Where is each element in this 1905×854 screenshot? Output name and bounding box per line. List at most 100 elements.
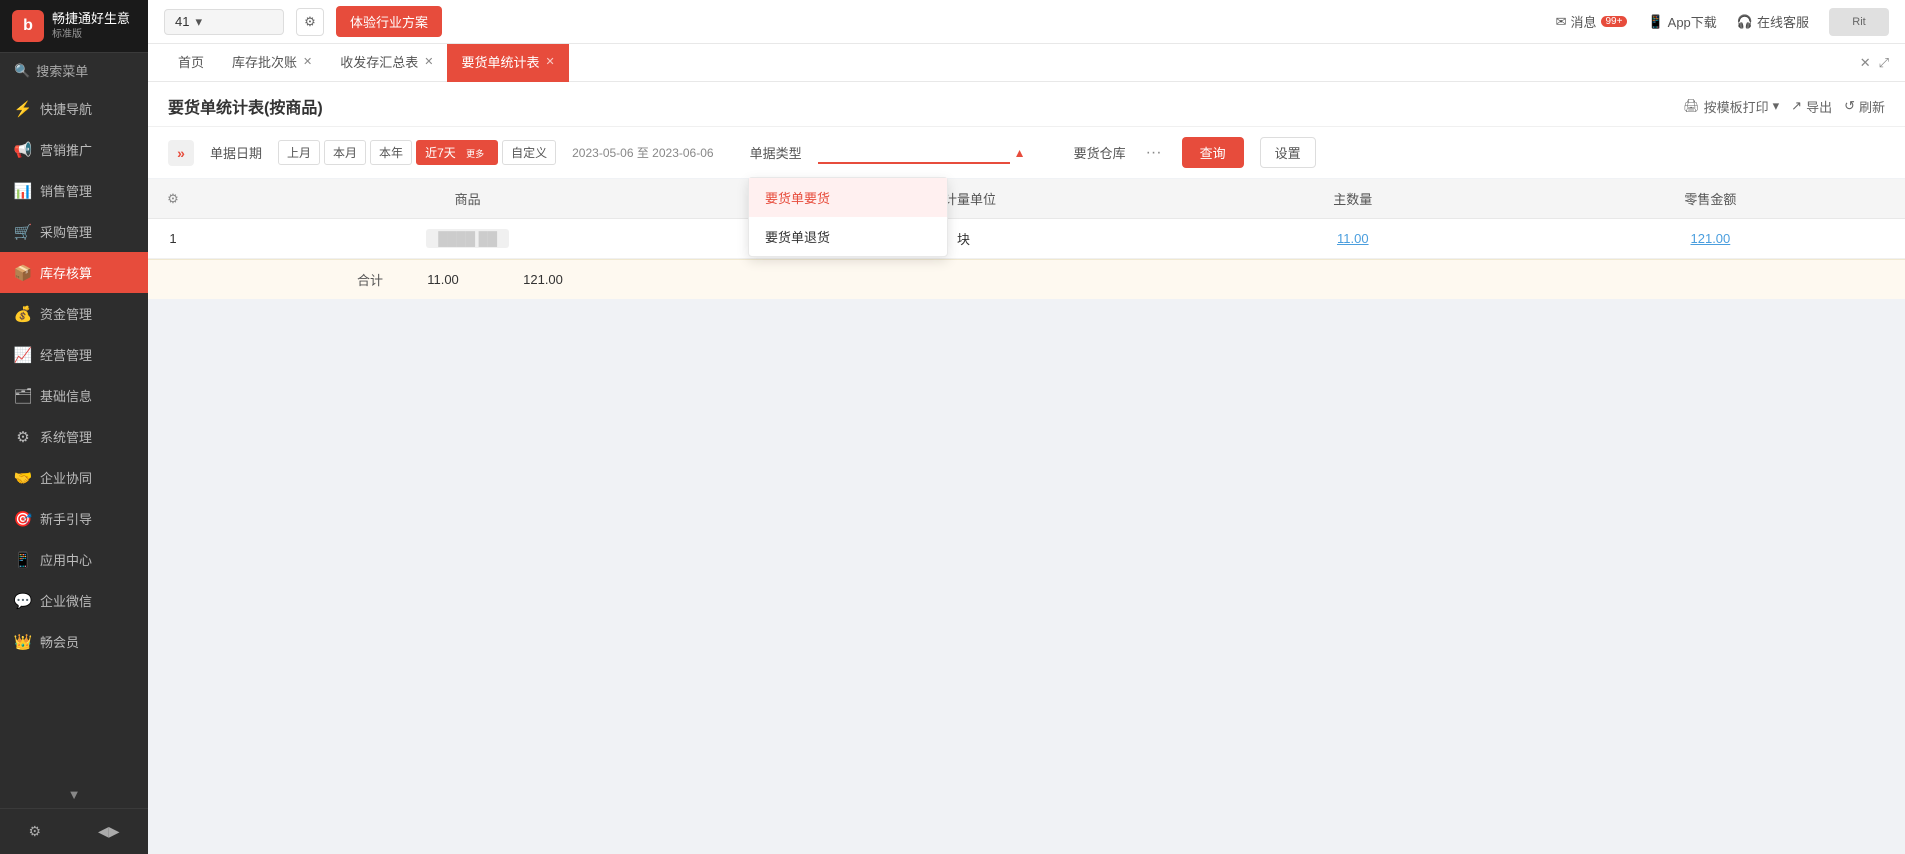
this-year-btn[interactable]: 本年: [370, 140, 412, 165]
query-button[interactable]: 查询: [1182, 137, 1244, 168]
main-area: 41 ▾ ⚙ 体验行业方案 ✉ 消息 99+ 📱 App下载 🎧 在线客服 Ri…: [148, 0, 1905, 854]
sidebar: b 畅捷通好生意 标准版 🔍 搜索菜单 ⚡ 快捷导航 📢 营销推广 📊 销售管理…: [0, 0, 148, 854]
sidebar-item-enterprise[interactable]: 🤝 企业协同: [0, 457, 148, 498]
print-arrow-icon: ▾: [1773, 98, 1780, 114]
dropdown-item-order-return[interactable]: 要货单退货: [749, 217, 947, 256]
topbar: 41 ▾ ⚙ 体验行业方案 ✉ 消息 99+ 📱 App下载 🎧 在线客服 Ri…: [148, 0, 1905, 44]
selector-arrow-icon: ▾: [195, 14, 202, 30]
sidebar-item-operations[interactable]: 📈 经营管理: [0, 334, 148, 375]
filter-more-btn[interactable]: ···: [1142, 144, 1166, 162]
close-tab-inventory-batch[interactable]: ✕: [303, 55, 312, 68]
sidebar-item-app-center[interactable]: 📱 应用中心: [0, 539, 148, 580]
footer-collapse-btn[interactable]: ◀▶: [90, 819, 128, 844]
sidebar-item-basic-info[interactable]: 🗂 基础信息: [0, 375, 148, 416]
message-icon: ✉: [1556, 14, 1567, 30]
headset-icon: 🎧: [1737, 14, 1753, 30]
sidebar-footer: ⚙ ◀▶: [0, 808, 148, 854]
export-icon: ↗: [1791, 98, 1802, 114]
page-title: 要货单统计表(按商品): [168, 94, 323, 118]
hot-badge: 更多: [461, 149, 489, 159]
vip-icon: 👑: [14, 633, 32, 651]
table-footer: 合计 11.00 121.00: [148, 259, 1905, 299]
close-tab-receivable[interactable]: ✕: [424, 55, 433, 68]
sidebar-item-vip[interactable]: 👑 畅会员: [0, 621, 148, 662]
footer-settings-btn[interactable]: ⚙: [20, 819, 49, 844]
quick-nav-icon: ⚡: [14, 100, 32, 118]
row-quantity[interactable]: 11.00: [1190, 219, 1516, 259]
wechat-icon: 💬: [14, 592, 32, 610]
app-name: 畅捷通好生意: [52, 11, 130, 28]
sidebar-item-marketing[interactable]: 📢 营销推广: [0, 129, 148, 170]
setting-button[interactable]: 设置: [1260, 137, 1316, 168]
online-service-btn[interactable]: 🎧 在线客服: [1737, 12, 1809, 31]
guide-icon: 🎯: [14, 510, 32, 528]
data-table-container: ⚙ 商品 主计量单位 主数量 零售金额 1 ████ ██ 块: [148, 179, 1905, 259]
dropdown-item-order-goods[interactable]: 要货单要货: [749, 178, 947, 217]
filter-bar: » 单据日期 上月 本月 本年 近7天 更多 自定义 2023-05-06 至 …: [148, 127, 1905, 178]
last-7-days-btn[interactable]: 近7天 更多: [416, 140, 498, 165]
trial-button[interactable]: 体验行业方案: [336, 6, 442, 37]
refresh-btn[interactable]: ↺ 刷新: [1844, 97, 1885, 116]
row-amount[interactable]: 121.00: [1516, 219, 1905, 259]
search-icon: 🔍: [14, 63, 30, 79]
purchase-icon: 🛒: [14, 223, 32, 241]
app-version: 标准版: [52, 28, 130, 41]
sidebar-search[interactable]: 🔍 搜索菜单: [0, 52, 148, 88]
app-logo-icon: b: [12, 10, 44, 42]
company-selector[interactable]: 41 ▾: [164, 9, 284, 35]
sidebar-item-purchase[interactable]: 🛒 采购管理: [0, 211, 148, 252]
tab-home[interactable]: 首页: [164, 44, 218, 82]
inventory-icon: 📦: [14, 264, 32, 282]
close-tab-order-stats[interactable]: ✕: [546, 55, 555, 68]
this-month-btn[interactable]: 本月: [324, 140, 366, 165]
refresh-icon: ↺: [1844, 98, 1855, 114]
page-content: 要货单统计表(按商品) 🖨 按模板打印 ▾ ↗ 导出 ↺ 刷新: [148, 82, 1905, 854]
footer-label: 合计: [162, 270, 383, 289]
custom-date-btn[interactable]: 自定义: [502, 140, 556, 165]
expand-tabs-icon[interactable]: ⤢: [1879, 55, 1889, 71]
sidebar-item-system[interactable]: ⚙ 系统管理: [0, 416, 148, 457]
col-product: 商品: [198, 179, 737, 219]
col-settings[interactable]: ⚙: [148, 179, 198, 219]
type-dropdown: 要货单要货 要货单退货: [748, 177, 948, 257]
settings-gear-button[interactable]: ⚙: [296, 8, 324, 36]
app-download-btn[interactable]: 📱 App下载: [1647, 12, 1716, 31]
print-template-btn[interactable]: 🖨 按模板打印 ▾: [1683, 97, 1779, 116]
row-product: ████ ██: [198, 219, 737, 259]
date-label: 单据日期: [210, 143, 262, 162]
filter-type-select[interactable]: ▲: [818, 141, 1038, 164]
type-select-input[interactable]: [818, 141, 1010, 164]
col-quantity: 主数量: [1190, 179, 1516, 219]
filter-expand-btn[interactable]: »: [168, 140, 194, 166]
sidebar-item-quick-nav[interactable]: ⚡ 快捷导航: [0, 88, 148, 129]
tab-receivable-summary[interactable]: 收发存汇总表 ✕: [326, 44, 447, 82]
close-all-tabs-icon[interactable]: ✕: [1860, 55, 1871, 71]
user-avatar[interactable]: Rit: [1829, 8, 1889, 36]
date-quick-btns: 上月 本月 本年 近7天 更多 自定义: [278, 140, 556, 165]
system-icon: ⚙: [14, 428, 32, 446]
type-select-arrow[interactable]: ▲: [1010, 146, 1030, 160]
warehouse-label: 要货仓库: [1074, 143, 1126, 162]
export-btn[interactable]: ↗ 导出: [1791, 97, 1832, 116]
table-settings-icon[interactable]: ⚙: [167, 191, 179, 206]
page-header: 要货单统计表(按商品) 🖨 按模板打印 ▾ ↗ 导出 ↺ 刷新: [148, 82, 1905, 127]
last-month-btn[interactable]: 上月: [278, 140, 320, 165]
sidebar-item-wechat[interactable]: 💬 企业微信: [0, 580, 148, 621]
sidebar-item-sales[interactable]: 📊 销售管理: [0, 170, 148, 211]
sidebar-logo: b 畅捷通好生意 标准版: [0, 0, 148, 52]
footer-quantity: 11.00: [403, 272, 483, 287]
topbar-right: ✉ 消息 99+ 📱 App下载 🎧 在线客服 Rit: [1556, 8, 1889, 36]
marketing-icon: 📢: [14, 141, 32, 159]
tab-inventory-batch[interactable]: 库存批次账 ✕: [218, 44, 326, 82]
footer-amount: 121.00: [503, 272, 583, 287]
sidebar-item-guide[interactable]: 🎯 新手引导: [0, 498, 148, 539]
sidebar-item-inventory[interactable]: 📦 库存核算: [0, 252, 148, 293]
app-center-icon: 📱: [14, 551, 32, 569]
sidebar-item-finance[interactable]: 💰 资金管理: [0, 293, 148, 334]
sidebar-scroll-down[interactable]: ▼: [0, 781, 148, 808]
messages-btn[interactable]: ✉ 消息 99+: [1556, 12, 1628, 31]
tab-order-stats[interactable]: 要货单统计表 ✕: [447, 44, 568, 82]
type-label: 单据类型: [750, 143, 802, 162]
phone-icon: 📱: [1647, 14, 1663, 30]
gear-icon: ⚙: [304, 14, 316, 30]
